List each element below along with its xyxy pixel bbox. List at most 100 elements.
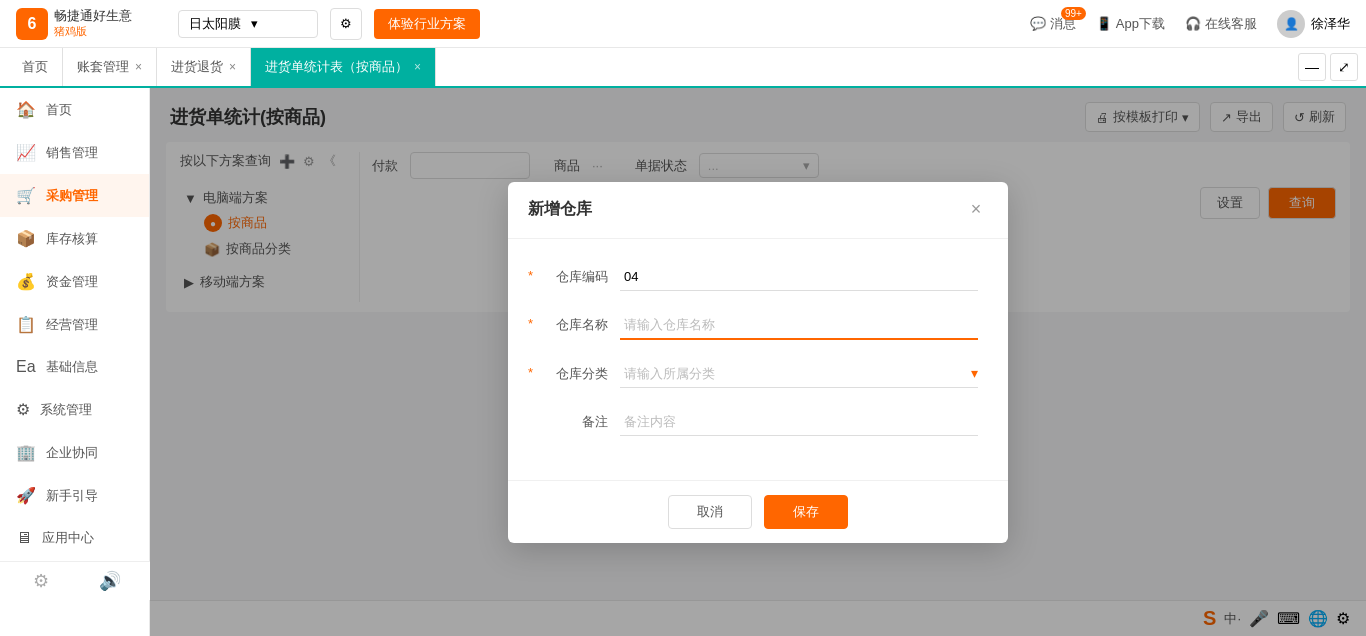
tab-controls: — ⤢ [1298,53,1358,81]
sidebar-item-sales[interactable]: 📈 销售管理 [0,131,149,174]
finance-icon: 💰 [16,272,36,291]
tab-account-label: 账套管理 [77,58,129,76]
message-badge: 99+ [1061,7,1086,20]
modal-title: 新增仓库 [528,199,592,220]
tab-purchase-return-label: 进货退货 [171,58,223,76]
user-area[interactable]: 👤 徐泽华 [1277,10,1350,38]
sidebar-item-appstore[interactable]: 🖥 应用中心 [0,517,149,559]
sidebar-item-basic[interactable]: Ea 基础信息 [0,346,149,388]
top-header: 6 畅捷通好生意 猪鸡版 日太阳膜 ▾ ⚙ 体验行业方案 💬 消息 99+ 📱 … [0,0,1366,48]
logo-icon: 6 [16,8,48,40]
header-right: 💬 消息 99+ 📱 App下载 🎧 在线客服 👤 徐泽华 [1030,10,1350,38]
phone-icon: 📱 [1096,16,1112,31]
online-service-label: 在线客服 [1205,15,1257,33]
code-label: 仓库编码 [538,268,608,286]
sidebar-item-finance-label: 资金管理 [46,273,98,291]
gear-icon: ⚙ [340,16,352,31]
save-button[interactable]: 保存 [764,495,848,529]
appstore-icon: 🖥 [16,529,32,547]
sidebar-item-operation-label: 经营管理 [46,316,98,334]
modal-header: 新增仓库 × [508,182,1008,239]
home-icon: 🏠 [16,100,36,119]
settings-button[interactable]: ⚙ [330,8,362,40]
sidebar-item-home[interactable]: 🏠 首页 [0,88,149,131]
sidebar-item-inventory-label: 库存核算 [46,230,98,248]
sidebar-item-purchase[interactable]: 🛒 采购管理 [0,174,149,217]
sidebar-item-system-label: 系统管理 [40,401,92,419]
tab-expand-button[interactable]: ⤢ [1330,53,1358,81]
tab-bar: 首页 账套管理 × 进货退货 × 进货单统计表（按商品） × — ⤢ [0,48,1366,88]
tab-purchase-return-close[interactable]: × [229,60,236,74]
form-row-code: 仓库编码 [538,263,978,291]
warehouse-name-input[interactable] [620,311,978,340]
enterprise-icon: 🏢 [16,443,36,462]
basic-icon: Ea [16,358,36,376]
tab-home[interactable]: 首页 [8,48,63,86]
category-select[interactable]: ▾ [620,360,978,388]
sidebar-item-enterprise[interactable]: 🏢 企业协同 [0,431,149,474]
sidebar-item-operation[interactable]: 📋 经营管理 [0,303,149,346]
name-label: 仓库名称 [538,316,608,334]
warehouse-code-input[interactable] [620,263,978,291]
sidebar-item-newbie[interactable]: 🚀 新手引导 [0,474,149,517]
sidebar-item-enterprise-label: 企业协同 [46,444,98,462]
sidebar-item-finance[interactable]: 💰 资金管理 [0,260,149,303]
operation-icon: 📋 [16,315,36,334]
trial-button[interactable]: 体验行业方案 [374,9,480,39]
tab-home-label: 首页 [22,58,48,76]
online-service-button[interactable]: 🎧 在线客服 [1185,15,1257,33]
sidebar-item-home-label: 首页 [46,101,72,119]
tab-minimize-button[interactable]: — [1298,53,1326,81]
remark-input[interactable] [620,408,978,436]
username: 徐泽华 [1311,15,1350,33]
message-icon: 💬 [1030,16,1046,31]
sidebar-item-newbie-label: 新手引导 [46,487,98,505]
headset-icon: 🎧 [1185,16,1201,31]
sales-icon: 📈 [16,143,36,162]
inventory-icon: 📦 [16,229,36,248]
form-row-category: 仓库分类 ▾ [538,360,978,388]
logo-sub: 猪鸡版 [54,24,132,39]
sidebar-item-purchase-label: 采购管理 [46,187,98,205]
store-selector[interactable]: 日太阳膜 ▾ [178,10,318,38]
sidebar-settings-button[interactable]: ⚙ [10,570,71,592]
modal-overlay: 新增仓库 × 仓库编码 仓库名称 仓库分类 [150,88,1366,636]
sidebar-item-sales-label: 销售管理 [46,144,98,162]
cancel-button[interactable]: 取消 [668,495,752,529]
tab-purchase-stats-close[interactable]: × [414,60,421,74]
form-row-name: 仓库名称 [538,311,978,340]
purchase-icon: 🛒 [16,186,36,205]
content-area: 进货单统计(按商品) 🖨 按模板打印 ▾ ↗ 导出 ↺ 刷新 [150,88,1366,636]
category-arrow-icon: ▾ [971,365,978,381]
system-icon: ⚙ [16,400,30,419]
chevron-down-icon: ▾ [251,16,307,31]
newbie-icon: 🚀 [16,486,36,505]
sidebar-item-system[interactable]: ⚙ 系统管理 [0,388,149,431]
sidebar-item-inventory[interactable]: 📦 库存核算 [0,217,149,260]
sidebar-item-basic-label: 基础信息 [46,358,98,376]
sidebar-footer: ⚙ 🔊 [0,561,150,600]
add-warehouse-modal: 新增仓库 × 仓库编码 仓库名称 仓库分类 [508,182,1008,543]
tab-purchase-return[interactable]: 进货退货 × [157,48,251,86]
modal-footer: 取消 保存 [508,480,1008,543]
remark-label: 备注 [538,413,608,431]
sidebar: 🏠 首页 📈 销售管理 🛒 采购管理 📦 库存核算 💰 资金管理 📋 经营管理 … [0,88,150,636]
tab-account-close[interactable]: × [135,60,142,74]
logo-area: 6 畅捷通好生意 猪鸡版 [16,8,166,40]
store-name: 日太阳膜 [189,15,245,33]
sidebar-audio-button[interactable]: 🔊 [79,570,140,592]
tab-purchase-stats-label: 进货单统计表（按商品） [265,58,408,76]
app-download-label: App下载 [1116,15,1165,33]
modal-body: 仓库编码 仓库名称 仓库分类 ▾ [508,239,1008,480]
form-row-remark: 备注 [538,408,978,436]
category-label: 仓库分类 [538,365,608,383]
app-download-button[interactable]: 📱 App下载 [1096,15,1165,33]
tab-purchase-stats[interactable]: 进货单统计表（按商品） × [251,48,436,86]
avatar: 👤 [1277,10,1305,38]
main-layout: 🏠 首页 📈 销售管理 🛒 采购管理 📦 库存核算 💰 资金管理 📋 经营管理 … [0,88,1366,636]
category-input[interactable] [620,360,971,387]
message-button[interactable]: 💬 消息 99+ [1030,15,1076,33]
modal-close-button[interactable]: × [964,198,988,222]
logo-text: 畅捷通好生意 [54,8,132,25]
tab-account[interactable]: 账套管理 × [63,48,157,86]
